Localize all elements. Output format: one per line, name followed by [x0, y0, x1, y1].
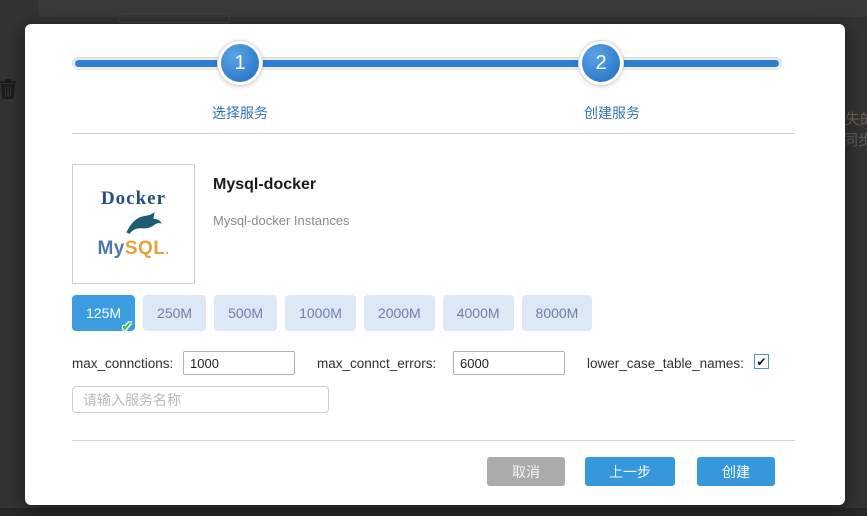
service-subtitle: Mysql-docker Instances [213, 213, 350, 228]
mysql-dolphin-icon [124, 212, 164, 238]
memory-option-label: 500M [228, 305, 264, 321]
memory-option-2000m[interactable]: 2000M [363, 295, 435, 331]
trash-icon [0, 79, 17, 105]
step-2-number: 2 [582, 44, 620, 82]
step-1-number: 1 [221, 44, 259, 82]
memory-options-row: 125M ✔ 250M 500M 1000M 2000M 4000M 8000M [72, 295, 593, 334]
footer-divider [72, 440, 795, 441]
mysql-sql-text: SQL [124, 238, 166, 259]
background-button-outline [118, 13, 230, 23]
stepper-progress-bar [75, 60, 779, 67]
background-text-fragment-1: 失的 [845, 111, 867, 128]
service-title: Mysql-docker [213, 176, 317, 193]
stepper-track [72, 57, 782, 70]
screen: 失的 同步 1 2 选择服务 创建服务 Docker MySQL. Mysql-… [0, 0, 867, 516]
memory-option-label: 2000M [377, 305, 421, 321]
service-name-input[interactable] [72, 386, 329, 413]
mysql-dot: . [165, 242, 170, 257]
mysql-wordmark: MySQL. [97, 238, 169, 260]
checkbox-check-icon: ✔ [756, 354, 767, 369]
background-text-fragment-2: 同步 [843, 132, 867, 149]
cancel-button[interactable]: 取消 [487, 457, 565, 486]
lower-case-table-names-label: lower_case_table_names: [587, 356, 744, 371]
docker-wordmark: Docker [100, 188, 167, 209]
previous-step-button[interactable]: 上一步 [585, 457, 675, 486]
lower-case-table-names-checkbox[interactable]: ✔ [754, 354, 769, 369]
step-1-circle[interactable]: 1 [217, 40, 263, 86]
step-2-circle[interactable]: 2 [578, 40, 624, 86]
step-1-label: 选择服务 [212, 105, 268, 121]
memory-option-8000m[interactable]: 8000M [521, 295, 593, 331]
background-bottom-strip [0, 508, 867, 516]
max-connect-errors-input[interactable] [453, 351, 565, 375]
memory-option-label: 4000M [456, 305, 500, 321]
memory-option-label: 250M [157, 305, 193, 321]
create-button[interactable]: 创建 [697, 457, 775, 486]
memory-option-label: 8000M [535, 305, 579, 321]
memory-option-125m[interactable]: 125M ✔ [72, 295, 136, 334]
max-connections-input[interactable] [183, 351, 295, 375]
selected-check-icon: ✔ [121, 318, 134, 334]
memory-option-500m[interactable]: 500M [214, 295, 278, 331]
memory-option-1000m[interactable]: 1000M [285, 295, 356, 331]
service-logo: Docker MySQL. [72, 164, 195, 284]
memory-option-250m[interactable]: 250M [143, 295, 207, 331]
max-connections-label: max_connctions: [72, 356, 174, 371]
memory-option-label: 125M [86, 305, 122, 321]
create-service-modal: 1 2 选择服务 创建服务 Docker MySQL. Mysql-docker… [25, 24, 845, 505]
header-divider [72, 133, 795, 134]
mysql-my-text: My [97, 238, 125, 259]
step-2-label: 创建服务 [584, 105, 640, 121]
max-connect-errors-label: max_connct_errors: [317, 356, 437, 371]
memory-option-4000m[interactable]: 4000M [442, 295, 514, 331]
memory-option-label: 1000M [299, 305, 342, 321]
